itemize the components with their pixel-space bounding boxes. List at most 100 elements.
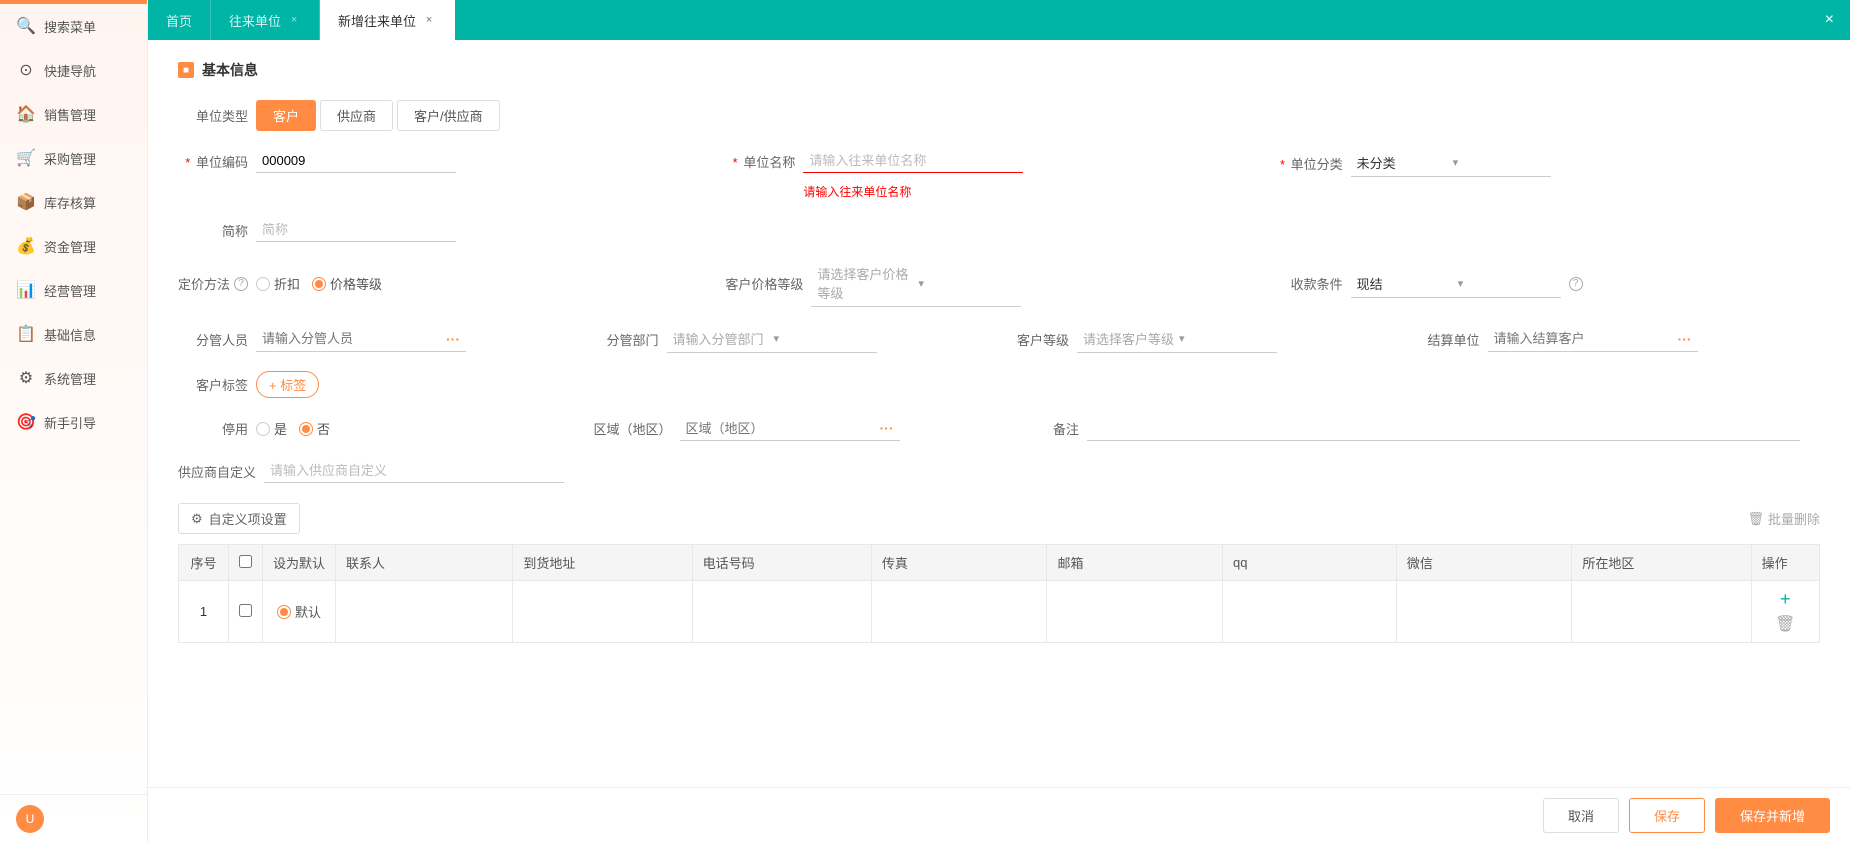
- dept-select[interactable]: 请输入分管部门 ▾: [667, 325, 877, 353]
- unit-name-input[interactable]: [803, 149, 1023, 173]
- customer-grade-select[interactable]: 请选择客户等级 ▾: [1077, 325, 1277, 353]
- phone-input[interactable]: [703, 604, 861, 619]
- disabled-yes[interactable]: 是: [256, 419, 287, 438]
- payment-terms-select[interactable]: 现结 ▾: [1351, 270, 1561, 298]
- default-radio[interactable]: 默认: [273, 602, 325, 621]
- customer-grade-label: 客户等级: [999, 330, 1069, 349]
- basic-fields-row: * 单位编码 * 单位名称 请输入往来单位名称: [178, 149, 1820, 200]
- pricing-grade[interactable]: 价格等级: [312, 274, 382, 293]
- tags-label: 客户标签: [178, 375, 248, 394]
- tags-group: 客户标签 + 标签: [178, 371, 1820, 398]
- cell-qq: [1222, 581, 1396, 643]
- customer-grade-group: 客户等级 请选择客户等级 ▾: [999, 325, 1410, 353]
- sidebar-item-basics[interactable]: 📋 基础信息: [0, 312, 147, 356]
- manager-group: 分管人员 ···: [178, 327, 589, 352]
- tab-home[interactable]: 首页: [148, 0, 211, 40]
- payment-help-icon[interactable]: ?: [1569, 277, 1583, 291]
- chevron-down-icon4: ▾: [774, 332, 871, 345]
- unit-btn-customer[interactable]: 客户: [256, 100, 316, 131]
- section-icon: ■: [178, 62, 194, 78]
- delete-row-button[interactable]: 🗑: [1771, 612, 1799, 636]
- batch-delete-button[interactable]: 🗑 批量删除: [1747, 509, 1820, 528]
- chevron-down-icon2: ▾: [918, 277, 1015, 290]
- sidebar-item-guide[interactable]: 🎯 新手引导: [0, 400, 147, 444]
- chevron-down-icon5: ▾: [1179, 332, 1271, 345]
- cancel-button[interactable]: 取消: [1543, 798, 1619, 833]
- customer-price-select[interactable]: 请选择客户价格等级 ▾: [811, 260, 1021, 307]
- section-title-text: 基本信息: [202, 60, 258, 80]
- unit-category-label: * 单位分类: [1273, 154, 1343, 173]
- custom-settings-button[interactable]: ⚙ 自定义项设置: [178, 503, 300, 534]
- unit-btn-both[interactable]: 客户/供应商: [397, 100, 500, 131]
- sidebar-item-system[interactable]: ⚙ 系统管理: [0, 356, 147, 400]
- pricing-discount[interactable]: 折扣: [256, 274, 300, 293]
- add-tag-button[interactable]: + 标签: [256, 371, 319, 398]
- save-button[interactable]: 保存: [1629, 798, 1705, 833]
- cell-action: + 🗑: [1751, 581, 1819, 643]
- pricing-help-icon[interactable]: ?: [234, 277, 248, 291]
- row-checkbox[interactable]: [239, 604, 252, 617]
- wechat-input[interactable]: [1407, 604, 1562, 619]
- customer-price-group: 客户价格等级 请选择客户价格等级 ▾: [725, 260, 1272, 307]
- sidebar-item-finance[interactable]: 💰 资金管理: [0, 224, 147, 268]
- sidebar-item-label: 系统管理: [44, 369, 96, 388]
- sidebar: 🔍 搜索菜单 ⊙ 快捷导航 🏠 销售管理 🛒 采购管理 📦 库存核算 💰 资金管…: [0, 0, 148, 843]
- remark-input[interactable]: [1087, 417, 1800, 441]
- window-close-button[interactable]: ×: [1809, 11, 1850, 29]
- region-input[interactable]: [1582, 604, 1740, 619]
- settlement-input[interactable]: [1494, 331, 1674, 346]
- default-radio-circle: [277, 605, 291, 619]
- radio-grade: [312, 277, 326, 291]
- add-row-button[interactable]: +: [1776, 587, 1795, 612]
- operations-icon: 📊: [16, 280, 36, 300]
- col-header-qq: qq: [1222, 545, 1396, 581]
- customer-grade-placeholder: 请选择客户等级: [1083, 329, 1175, 348]
- address-input[interactable]: [523, 604, 681, 619]
- area-dots-btn[interactable]: ···: [880, 420, 894, 436]
- col-header-wechat: 微信: [1396, 545, 1572, 581]
- sidebar-item-sales[interactable]: 🏠 销售管理: [0, 92, 147, 136]
- save-new-button[interactable]: 保存并新增: [1715, 798, 1830, 833]
- system-icon: ⚙: [16, 368, 36, 388]
- disabled-group: 停用 是 否: [178, 419, 594, 438]
- supplier-custom-input[interactable]: [264, 459, 564, 483]
- cell-contact: [336, 581, 513, 643]
- tab-partners-label: 往来单位: [229, 11, 281, 30]
- select-all-checkbox[interactable]: [239, 555, 252, 568]
- finance-icon: 💰: [16, 236, 36, 256]
- sidebar-item-label: 资金管理: [44, 237, 96, 256]
- cell-wechat: [1396, 581, 1572, 643]
- unit-category-select[interactable]: 未分类 ▾: [1351, 149, 1551, 177]
- sidebar-item-search[interactable]: 🔍 搜索菜单: [0, 4, 147, 48]
- contact-input[interactable]: [346, 604, 502, 619]
- tab-bar: 首页 往来单位 × 新增往来单位 × ×: [148, 0, 1850, 40]
- tab-partners-close[interactable]: ×: [287, 13, 301, 27]
- shortname-input[interactable]: [256, 218, 456, 242]
- dept-group: 分管部门 请输入分管部门 ▾: [589, 325, 1000, 353]
- tab-partners[interactable]: 往来单位 ×: [211, 0, 320, 40]
- disabled-no[interactable]: 否: [299, 419, 330, 438]
- cell-region: [1572, 581, 1751, 643]
- col-header-contact: 联系人: [336, 545, 513, 581]
- search-icon: 🔍: [16, 16, 36, 36]
- manager-dots-btn[interactable]: ···: [446, 331, 460, 347]
- manager-input[interactable]: [262, 331, 442, 346]
- qq-input[interactable]: [1233, 604, 1386, 619]
- area-input[interactable]: [686, 421, 876, 436]
- unit-btn-supplier[interactable]: 供应商: [320, 100, 393, 131]
- sidebar-item-purchase[interactable]: 🛒 采购管理: [0, 136, 147, 180]
- settlement-dots-btn[interactable]: ···: [1678, 331, 1692, 347]
- radio-discount: [256, 277, 270, 291]
- sidebar-item-quicknav[interactable]: ⊙ 快捷导航: [0, 48, 147, 92]
- email-input[interactable]: [1057, 604, 1212, 619]
- sidebar-item-label: 经营管理: [44, 281, 96, 300]
- tags-row: 客户标签 + 标签: [178, 371, 1820, 398]
- fax-input[interactable]: [882, 604, 1037, 619]
- sidebar-item-operations[interactable]: 📊 经营管理: [0, 268, 147, 312]
- required-star-code: *: [185, 155, 190, 170]
- unit-code-input[interactable]: [256, 149, 456, 173]
- tab-new-partner[interactable]: 新增往来单位 ×: [320, 0, 455, 40]
- sidebar-item-inventory[interactable]: 📦 库存核算: [0, 180, 147, 224]
- tab-new-partner-close[interactable]: ×: [422, 13, 436, 27]
- required-star-cat: *: [1280, 157, 1285, 172]
